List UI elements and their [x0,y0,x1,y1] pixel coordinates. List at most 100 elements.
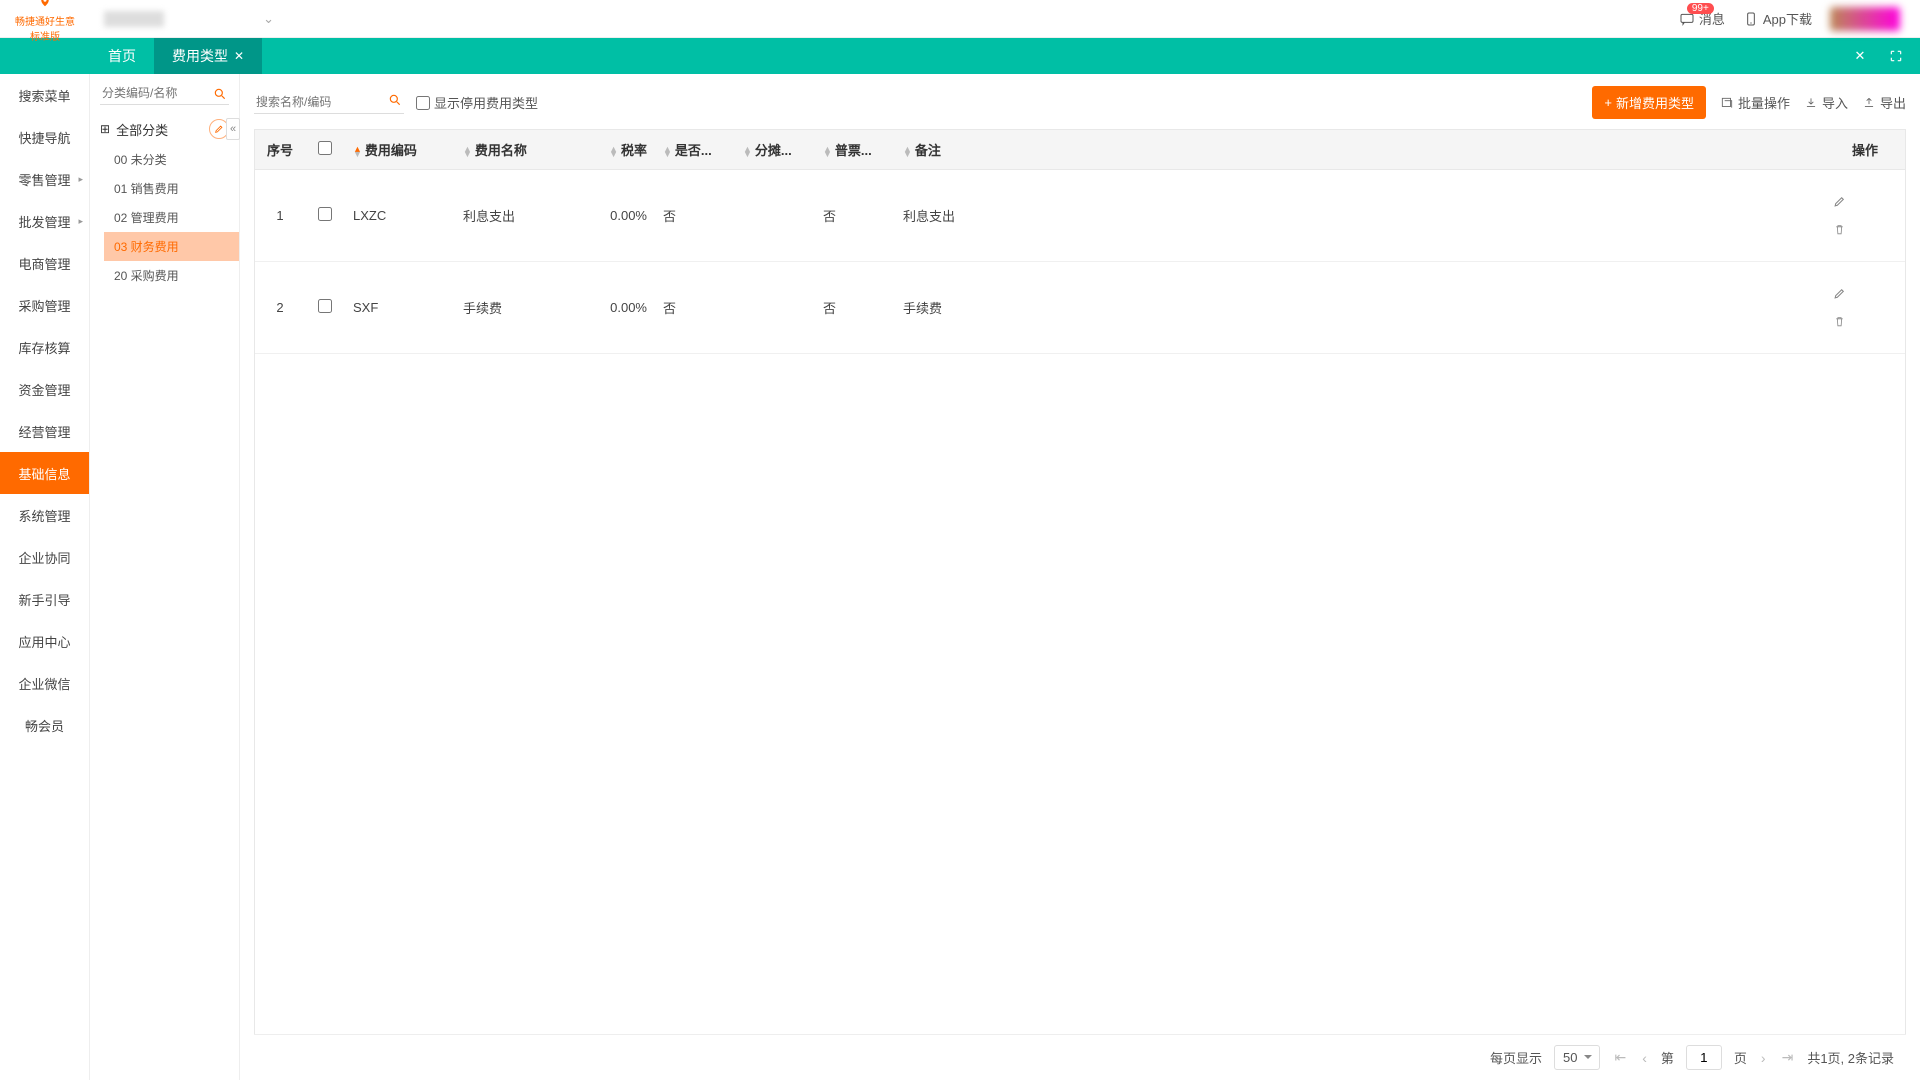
page-suffix: 页 [1734,1048,1747,1067]
edit-icon[interactable] [1833,195,1897,208]
category-search-wrap [90,82,239,113]
delete-icon[interactable] [1833,315,1897,328]
sidebar-item-3[interactable]: 批发管理▸ [0,200,89,242]
th-code[interactable]: ▲▼费用编码 [345,130,455,170]
cell-ticket: 否 [815,262,895,354]
messages-button[interactable]: 99+ 消息 [1679,9,1725,28]
table-row: 1LXZC利息支出0.00%否否利息支出 [255,170,1905,262]
th-ticket[interactable]: ▲▼普票... [815,130,895,170]
sidebar-item-0[interactable]: 搜索菜单 [0,74,89,116]
search-input[interactable] [254,91,404,114]
add-expense-type-button[interactable]: + 新增费用类型 [1592,86,1706,119]
add-button-label: 新增费用类型 [1616,93,1694,112]
table-wrap: 序号 ▲▼费用编码 ▲▼费用名称 ▲▼税率 ▲▼是否... ▲▼分摊... ▲▼… [254,129,1906,1034]
category-item-0[interactable]: 00 未分类 [104,145,239,174]
last-page-button[interactable]: ⇥ [1780,1049,1796,1066]
sidebar-item-6[interactable]: 库存核算 [0,326,89,368]
show-disabled-label: 显示停用费用类型 [434,93,538,112]
export-button[interactable]: 导出 [1862,93,1906,112]
collapse-panel-button[interactable]: « [226,118,240,140]
org-dropdown[interactable]: ⌄ [94,4,284,34]
logo-icon [36,0,54,13]
chevron-right-icon: ▸ [78,174,83,185]
cell-code: LXZC [345,170,455,262]
category-item-4[interactable]: 20 采购费用 [104,261,239,290]
sidebar-item-11[interactable]: 企业协同 [0,536,89,578]
import-icon [1804,96,1818,110]
sidebar-item-13[interactable]: 应用中心 [0,620,89,662]
first-page-button[interactable]: ⇤ [1612,1049,1628,1066]
sidebar-item-5[interactable]: 采购管理 [0,284,89,326]
sidebar-item-7[interactable]: 资金管理 [0,368,89,410]
sidebar-item-10[interactable]: 系统管理 [0,494,89,536]
chevron-right-icon: ▸ [78,216,83,227]
category-item-2[interactable]: 02 管理费用 [104,203,239,232]
sidebar-item-12[interactable]: 新手引导 [0,578,89,620]
main-layout: 搜索菜单快捷导航零售管理▸批发管理▸电商管理采购管理库存核算资金管理经营管理基础… [0,74,1920,1080]
delete-icon[interactable] [1833,223,1897,236]
category-search-input[interactable] [100,82,229,105]
cell-seq: 2 [255,262,305,354]
tab-expense-type[interactable]: 费用类型 ✕ [154,38,262,74]
th-name[interactable]: ▲▼费用名称 [455,130,585,170]
category-item-3[interactable]: 03 财务费用 [104,232,239,261]
sidebar-item-9[interactable]: 基础信息 [0,452,89,494]
category-all[interactable]: ⊞ 全部分类 [90,113,239,145]
fullscreen-icon [1889,49,1903,63]
cell-rate: 0.00% [585,170,655,262]
search-icon[interactable] [213,87,227,101]
row-checkbox[interactable] [318,299,332,313]
batch-icon [1720,96,1734,110]
per-page-label: 每页显示 [1490,1048,1542,1067]
org-name-blurred [104,11,164,27]
row-checkbox[interactable] [318,207,332,221]
close-all-button[interactable]: ✕ [1848,44,1872,68]
show-disabled-checkbox[interactable]: 显示停用费用类型 [416,93,538,112]
fullscreen-button[interactable] [1884,44,1908,68]
select-all-checkbox[interactable] [318,141,332,155]
show-disabled-input[interactable] [416,96,430,110]
export-icon [1862,96,1876,110]
category-item-1[interactable]: 01 销售费用 [104,174,239,203]
edit-icon[interactable] [1833,287,1897,300]
cell-share [735,262,815,354]
toolbar-right: + 新增费用类型 批量操作 导入 导出 [1592,86,1906,119]
batch-label: 批量操作 [1738,93,1790,112]
close-icon[interactable]: ✕ [234,49,244,63]
batch-action-button[interactable]: 批量操作 [1720,93,1790,112]
export-label: 导出 [1880,93,1906,112]
tab-home[interactable]: 首页 [90,38,154,74]
th-remark[interactable]: ▲▼备注 [895,130,1825,170]
sidebar-item-14[interactable]: 企业微信 [0,662,89,704]
sidebar-item-8[interactable]: 经营管理 [0,410,89,452]
content-area: 显示停用费用类型 + 新增费用类型 批量操作 导入 导出 [240,74,1920,1080]
page-summary: 共1页, 2条记录 [1807,1048,1894,1067]
search-icon[interactable] [388,93,402,107]
sidebar-item-2[interactable]: 零售管理▸ [0,158,89,200]
cell-code: SXF [345,262,455,354]
cell-remark: 利息支出 [895,170,1825,262]
th-rate[interactable]: ▲▼税率 [585,130,655,170]
sidebar-item-15[interactable]: 畅会员 [0,704,89,746]
pagination: 每页显示 50 ⇤ ‹ 第 页 › ⇥ 共1页, 2条记录 [254,1034,1906,1080]
table-row: 2SXF手续费0.00%否否手续费 [255,262,1905,354]
search-wrap [254,91,404,114]
sidebar-item-4[interactable]: 电商管理 [0,242,89,284]
cell-ticket: 否 [815,170,895,262]
th-seq[interactable]: 序号 [255,130,305,170]
import-button[interactable]: 导入 [1804,93,1848,112]
th-is[interactable]: ▲▼是否... [655,130,735,170]
th-op: 操作 [1825,130,1905,170]
app-download-label: App下载 [1763,9,1812,28]
prev-page-button[interactable]: ‹ [1640,1050,1649,1066]
sidebar-item-1[interactable]: 快捷导航 [0,116,89,158]
page-input[interactable] [1686,1045,1722,1070]
next-page-button[interactable]: › [1759,1050,1768,1066]
cell-is: 否 [655,170,735,262]
avatar[interactable] [1830,7,1900,31]
app-download-button[interactable]: App下载 [1743,9,1812,28]
th-share[interactable]: ▲▼分摊... [735,130,815,170]
per-page-select[interactable]: 50 [1554,1045,1600,1070]
cell-is: 否 [655,262,735,354]
cell-op [1825,262,1905,354]
